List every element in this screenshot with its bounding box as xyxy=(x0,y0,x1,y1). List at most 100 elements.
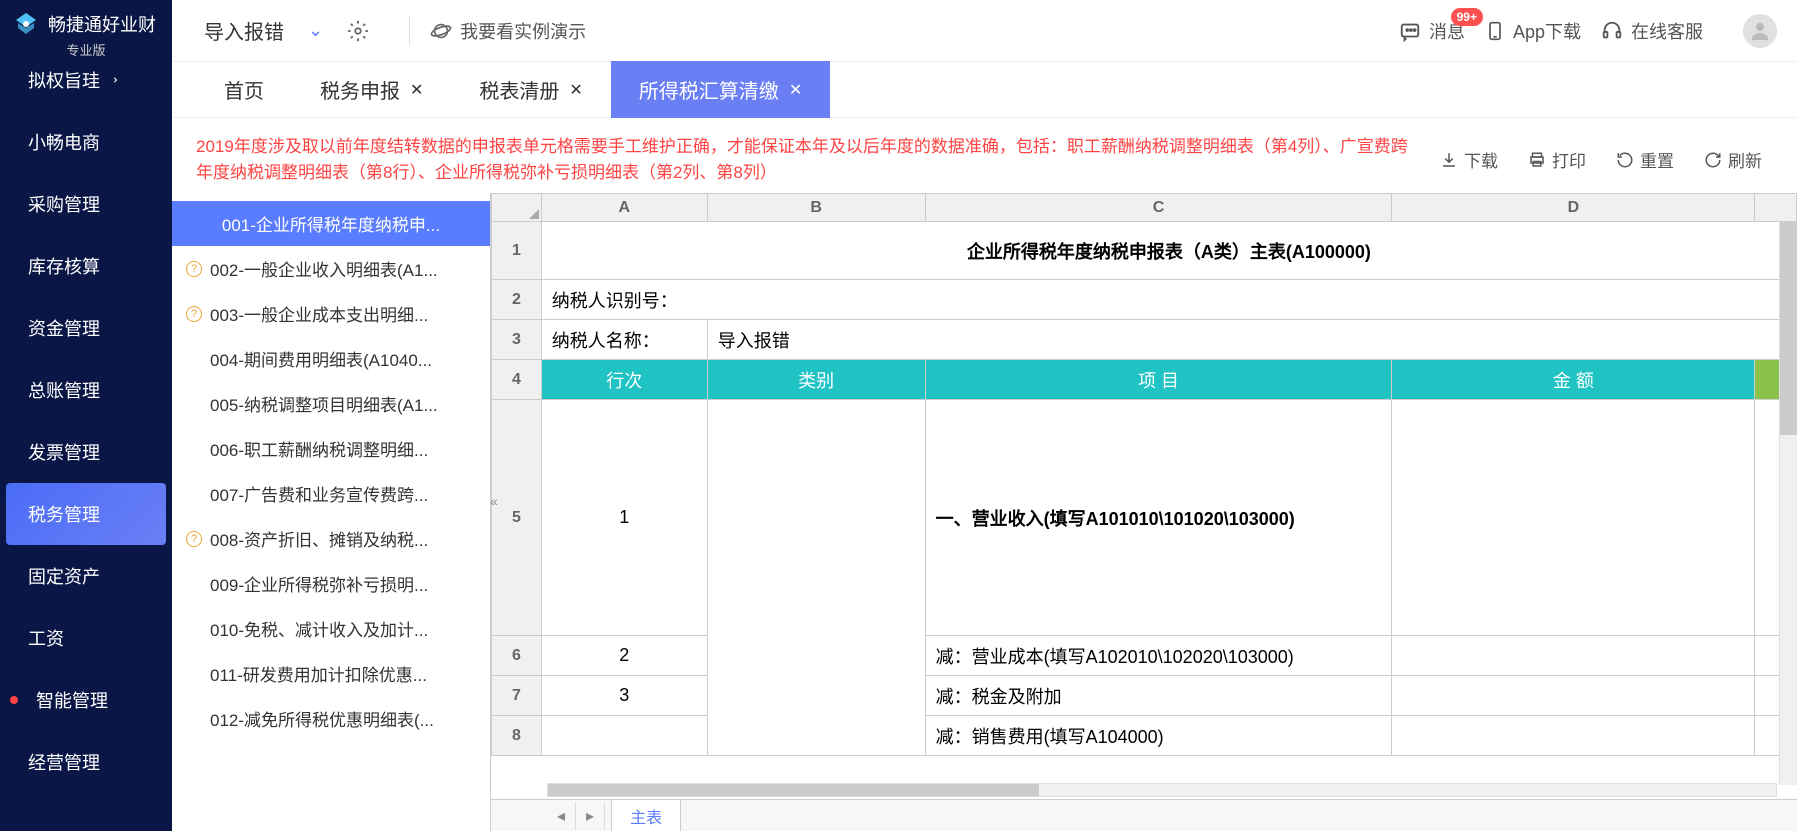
tab-label: 首页 xyxy=(224,75,264,104)
type-cell[interactable] xyxy=(707,400,925,756)
taxpayer-name-value[interactable]: 导入报错 xyxy=(707,320,1796,360)
nav-item[interactable]: 小畅电商 xyxy=(0,111,172,173)
reset-button[interactable]: 重置 xyxy=(1616,147,1674,172)
col-item[interactable]: 项 目 xyxy=(925,360,1392,400)
nav-item[interactable]: 固定资产 xyxy=(0,545,172,607)
row-header[interactable]: 5 xyxy=(492,400,542,636)
planet-icon xyxy=(430,20,452,42)
row-header[interactable]: 3 xyxy=(492,320,542,360)
form-list-item[interactable]: 004-期间费用明细表(A1040... xyxy=(172,336,490,381)
taxpayer-name-label[interactable]: 纳税人名称： xyxy=(541,320,707,360)
sheet-title[interactable]: 企业所得税年度纳税申报表（A类）主表(A100000) xyxy=(541,222,1796,280)
avatar[interactable] xyxy=(1743,14,1777,48)
col-row-num[interactable]: 行次 xyxy=(541,360,707,400)
form-list-item[interactable]: ?008-资产折旧、摊销及纳税... xyxy=(172,516,490,561)
col-header[interactable]: D xyxy=(1392,194,1755,222)
row-num[interactable]: 1 xyxy=(541,400,707,636)
nav-item[interactable]: 库存核算 xyxy=(0,235,172,297)
nav-item[interactable]: 智能管理 xyxy=(0,669,172,731)
form-list-item[interactable]: ?002-一般企业收入明细表(A1... xyxy=(172,246,490,291)
amount-cell[interactable] xyxy=(1392,636,1755,676)
form-list-item[interactable]: 012-减免所得税优惠明细表(... xyxy=(172,696,490,741)
form-list-item[interactable]: 007-广告费和业务宣传费跨... xyxy=(172,471,490,516)
taxpayer-id-label[interactable]: 纳税人识别号： xyxy=(541,280,1796,320)
grid-container[interactable]: A B C D 1 企业所得税年度纳税申报表（A类）主表(A100000) 2 xyxy=(491,193,1797,799)
form-list-item[interactable]: 005-纳税调整项目明细表(A1... xyxy=(172,381,490,426)
form-list-item[interactable]: 011-研发费用加计扣除优惠... xyxy=(172,651,490,696)
form-list-item[interactable]: 006-职工薪酬纳税调整明细... xyxy=(172,426,490,471)
nav-item[interactable]: 经营管理 xyxy=(0,731,172,793)
reset-icon xyxy=(1616,151,1634,169)
form-list-item[interactable]: 001-企业所得税年度纳税申... xyxy=(172,201,490,246)
vertical-scrollbar[interactable] xyxy=(1779,221,1797,785)
form-item-label: 005-纳税调整项目明细表(A1... xyxy=(210,391,438,416)
sheet-tab[interactable]: 主表 xyxy=(611,799,681,831)
col-header[interactable]: C xyxy=(925,194,1392,222)
col-amount[interactable]: 金 额 xyxy=(1392,360,1755,400)
sidebar-header: 畅捷通好业财 xyxy=(0,0,172,40)
app-download-button[interactable]: App下载 xyxy=(1485,18,1581,44)
nav-item[interactable]: 工资 xyxy=(0,607,172,669)
sheet-nav-first[interactable]: ◂ xyxy=(547,802,576,830)
nav-item[interactable]: 总账管理 xyxy=(0,359,172,421)
row-num[interactable]: 3 xyxy=(541,676,707,716)
row-header[interactable]: 7 xyxy=(492,676,542,716)
service-button[interactable]: 在线客服 xyxy=(1601,18,1703,44)
chevron-down-icon: ⌄ xyxy=(106,75,120,85)
close-icon[interactable]: ✕ xyxy=(789,80,802,100)
item-cell[interactable]: 减：营业成本(填写A102010\102020\103000) xyxy=(925,636,1392,676)
message-button[interactable]: 消息 99+ xyxy=(1399,18,1465,44)
notice-text: 2019年度涉及取以前年度结转数据的申报表单元格需要手工维护正确，才能保证本年及… xyxy=(196,134,1416,185)
title-dropdown[interactable]: ⌄ xyxy=(298,20,333,41)
col-header[interactable]: B xyxy=(707,194,925,222)
page-title: 导入报错 xyxy=(204,16,284,45)
row-header[interactable]: 6 xyxy=(492,636,542,676)
sheet-nav-prev[interactable]: ▸ xyxy=(576,802,605,830)
col-type[interactable]: 类别 xyxy=(707,360,925,400)
row-header[interactable]: 1 xyxy=(492,222,542,280)
nav-item[interactable]: 发票管理 xyxy=(0,421,172,483)
form-list-item[interactable]: 010-免税、减计收入及加计... xyxy=(172,606,490,651)
amount-cell[interactable] xyxy=(1392,676,1755,716)
nav-item[interactable]: 采购管理 xyxy=(0,173,172,235)
form-item-label: 008-资产折旧、摊销及纳税... xyxy=(210,526,428,551)
nav-item[interactable]: 税务管理 xyxy=(6,483,166,545)
horizontal-scrollbar[interactable] xyxy=(547,783,1777,797)
help-icon: ? xyxy=(186,261,202,277)
col-header[interactable]: A xyxy=(541,194,707,222)
nav-item-partial[interactable]: 拟权旨珪 ⌄ xyxy=(0,67,172,111)
row-num[interactable] xyxy=(541,716,707,756)
brand-name: 畅捷通好业财 xyxy=(48,11,156,37)
grid-corner[interactable] xyxy=(492,194,542,222)
form-list-item[interactable]: ?003-一般企业成本支出明细... xyxy=(172,291,490,336)
row-header[interactable]: 8 xyxy=(492,716,542,756)
collapse-handle[interactable]: « xyxy=(490,493,498,509)
tab[interactable]: 首页 xyxy=(196,61,292,118)
row-header[interactable]: 2 xyxy=(492,280,542,320)
item-cell[interactable]: 减：销售费用(填写A104000) xyxy=(925,716,1392,756)
tab-label: 税务申报 xyxy=(320,75,400,104)
form-list-item[interactable]: 009-企业所得税弥补亏损明... xyxy=(172,561,490,606)
row-header[interactable]: 4 xyxy=(492,360,542,400)
tab[interactable]: 税表清册✕ xyxy=(451,61,610,118)
amount-cell[interactable] xyxy=(1392,400,1755,636)
col-header[interactable] xyxy=(1755,194,1797,222)
gear-icon[interactable] xyxy=(347,20,369,42)
demo-link[interactable]: 我要看实例演示 xyxy=(430,18,586,44)
close-icon[interactable]: ✕ xyxy=(410,80,423,100)
amount-cell[interactable] xyxy=(1392,716,1755,756)
nav-item[interactable]: 资金管理 xyxy=(0,297,172,359)
download-button[interactable]: 下载 xyxy=(1440,147,1498,172)
topbar: 导入报错 ⌄ 我要看实例演示 消息 99+ xyxy=(172,0,1797,62)
form-item-label: 010-免税、减计收入及加计... xyxy=(210,616,428,641)
refresh-icon xyxy=(1704,151,1722,169)
nav-item-label: 小畅电商 xyxy=(28,129,100,155)
print-button[interactable]: 打印 xyxy=(1528,147,1586,172)
close-icon[interactable]: ✕ xyxy=(569,80,582,100)
row-num[interactable]: 2 xyxy=(541,636,707,676)
tab[interactable]: 所得税汇算清缴✕ xyxy=(611,61,830,118)
tab[interactable]: 税务申报 ✕ xyxy=(292,61,451,118)
refresh-button[interactable]: 刷新 xyxy=(1704,147,1762,172)
item-cell[interactable]: 减：税金及附加 xyxy=(925,676,1392,716)
item-cell[interactable]: 一、营业收入(填写A101010\101020\103000) xyxy=(925,400,1392,636)
